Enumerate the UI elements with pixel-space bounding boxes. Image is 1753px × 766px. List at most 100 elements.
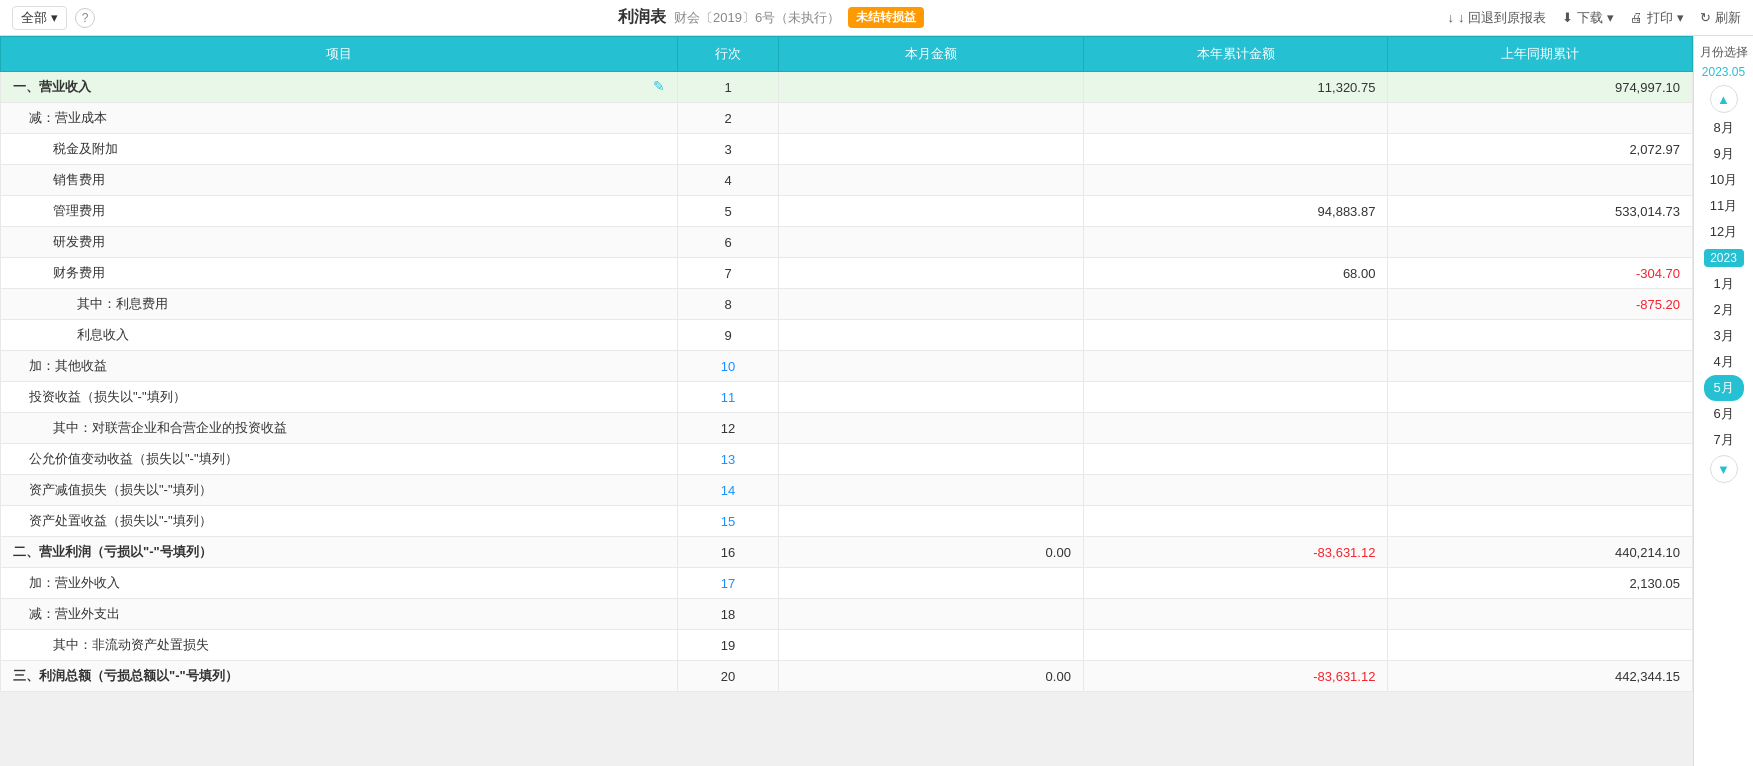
sidebar-month-7[interactable]: 7月 [1704, 427, 1744, 453]
refresh-button[interactable]: ↻ 刷新 [1700, 9, 1741, 27]
row-label: 三、利润总额（亏损总额以"-"号填列） [13, 668, 238, 683]
cell-row-num[interactable]: 11 [677, 382, 779, 413]
cell-prev [1388, 165, 1693, 196]
cell-item-5: 研发费用 [1, 227, 678, 258]
edit-icon[interactable]: ✎ [653, 78, 665, 94]
cell-current [779, 134, 1084, 165]
cell-current [779, 72, 1084, 103]
table-row: 减：营业成本2 [1, 103, 1693, 134]
sidebar-month-10[interactable]: 10月 [1704, 167, 1744, 193]
cell-item-2: 税金及附加 [1, 134, 678, 165]
print-arrow-icon: ▾ [1677, 10, 1684, 25]
scope-dropdown[interactable]: 全部 ▾ [12, 6, 67, 30]
download-arrow-icon: ▾ [1607, 10, 1614, 25]
row-label: 税金及附加 [53, 141, 118, 156]
cell-item-10: 投资收益（损失以"-"填列） [1, 382, 678, 413]
report-subtitle: 财会〔2019〕6号（未执行） [674, 9, 840, 27]
cell-prev [1388, 630, 1693, 661]
sidebar-period-label: 月份选择 [1700, 44, 1748, 61]
cell-prev: 440,214.10 [1388, 537, 1693, 568]
sidebar-month-5[interactable]: 5月 [1704, 375, 1744, 401]
cell-ytd: 11,320.75 [1083, 72, 1388, 103]
cell-row-num[interactable]: 14 [677, 475, 779, 506]
cell-prev [1388, 382, 1693, 413]
sidebar-month-2[interactable]: 2月 [1704, 297, 1744, 323]
cell-prev [1388, 444, 1693, 475]
cell-ytd [1083, 475, 1388, 506]
cell-item-15: 二、营业利润（亏损以"-"号填列） [1, 537, 678, 568]
cell-row-num[interactable]: 15 [677, 506, 779, 537]
cell-current [779, 599, 1084, 630]
table-row: 其中：利息费用8-875.20 [1, 289, 1693, 320]
cell-current [779, 382, 1084, 413]
table-row: 财务费用768.00-304.70 [1, 258, 1693, 289]
sidebar-month-1[interactable]: 1月 [1704, 271, 1744, 297]
cell-row-num[interactable]: 10 [677, 351, 779, 382]
cell-item-18: 其中：非流动资产处置损失 [1, 630, 678, 661]
sidebar-month-12[interactable]: 12月 [1704, 219, 1744, 245]
help-icon[interactable]: ? [75, 8, 95, 28]
cell-current [779, 196, 1084, 227]
table-row: 加：营业外收入172,130.05 [1, 568, 1693, 599]
table-row: 三、利润总额（亏损总额以"-"号填列）200.00-83,631.12442,3… [1, 661, 1693, 692]
cell-prev [1388, 320, 1693, 351]
cell-current [779, 475, 1084, 506]
main-container: 项目 行次 本月金额 本年累计金额 上年同期累计 一、营业收入✎111,320.… [0, 36, 1753, 766]
sidebar-month-3[interactable]: 3月 [1704, 323, 1744, 349]
print-button[interactable]: 🖨 打印 ▾ [1630, 9, 1684, 27]
cell-current: 0.00 [779, 661, 1084, 692]
cell-current [779, 227, 1084, 258]
cell-prev: -875.20 [1388, 289, 1693, 320]
row-label: 加：营业外收入 [29, 575, 120, 590]
sidebar-month-9[interactable]: 9月 [1704, 141, 1744, 167]
right-sidebar: 月份选择 2023.05 ▲ 8月 9月 10月 11月 12月 2023 1月… [1693, 36, 1753, 766]
cell-row-num: 9 [677, 320, 779, 351]
cell-row-num: 6 [677, 227, 779, 258]
sidebar-month-11[interactable]: 11月 [1704, 193, 1744, 219]
sidebar-down-arrow[interactable]: ▼ [1710, 455, 1738, 483]
row-label: 研发费用 [53, 234, 105, 249]
table-header-row: 项目 行次 本月金额 本年累计金额 上年同期累计 [1, 37, 1693, 72]
income-statement-table: 项目 行次 本月金额 本年累计金额 上年同期累计 一、营业收入✎111,320.… [0, 36, 1693, 692]
table-row: 一、营业收入✎111,320.75974,997.10 [1, 72, 1693, 103]
cell-current [779, 320, 1084, 351]
table-row: 加：其他收益10 [1, 351, 1693, 382]
row-label: 销售费用 [53, 172, 105, 187]
table-row: 其中：对联营企业和合营企业的投资收益12 [1, 413, 1693, 444]
download-button[interactable]: ⬇ 下载 ▾ [1562, 9, 1614, 27]
sidebar-month-6[interactable]: 6月 [1704, 401, 1744, 427]
cell-current [779, 444, 1084, 475]
cell-ytd [1083, 227, 1388, 258]
cell-current [779, 165, 1084, 196]
row-label: 二、营业利润（亏损以"-"号填列） [13, 544, 212, 559]
table-row: 销售费用4 [1, 165, 1693, 196]
sidebar-up-arrow[interactable]: ▲ [1710, 85, 1738, 113]
cell-current [779, 413, 1084, 444]
scope-label: 全部 [21, 9, 47, 27]
cell-current [779, 568, 1084, 599]
cell-row-num[interactable]: 13 [677, 444, 779, 475]
sidebar-month-8[interactable]: 8月 [1704, 115, 1744, 141]
table-row: 管理费用594,883.87533,014.73 [1, 196, 1693, 227]
cell-ytd [1083, 382, 1388, 413]
cell-item-14: 资产处置收益（损失以"-"填列） [1, 506, 678, 537]
row-label: 资产减值损失（损失以"-"填列） [29, 482, 212, 497]
cell-row-num[interactable]: 17 [677, 568, 779, 599]
col-header-current: 本月金额 [779, 37, 1084, 72]
top-bar: 全部 ▾ ? 利润表 财会〔2019〕6号（未执行） 未结转损益 ↓ ↓ 回退到… [0, 0, 1753, 36]
sidebar-month-4[interactable]: 4月 [1704, 349, 1744, 375]
cell-current [779, 351, 1084, 382]
report-title: 利润表 [618, 7, 666, 28]
cell-ytd [1083, 599, 1388, 630]
cell-item-4: 管理费用 [1, 196, 678, 227]
table-row: 资产减值损失（损失以"-"填列） 14 [1, 475, 1693, 506]
cell-prev: 442,344.15 [1388, 661, 1693, 692]
table-row: 公允价值变动收益（损失以"-"填列） 13 [1, 444, 1693, 475]
col-header-ytd: 本年累计金额 [1083, 37, 1388, 72]
print-icon: 🖨 [1630, 10, 1643, 25]
row-label: 公允价值变动收益（损失以"-"填列） [29, 451, 238, 466]
cell-row-num: 3 [677, 134, 779, 165]
back-button[interactable]: ↓ ↓ 回退到原报表 [1447, 9, 1546, 27]
cell-row-num: 1 [677, 72, 779, 103]
dropdown-arrow-icon: ▾ [51, 10, 58, 25]
